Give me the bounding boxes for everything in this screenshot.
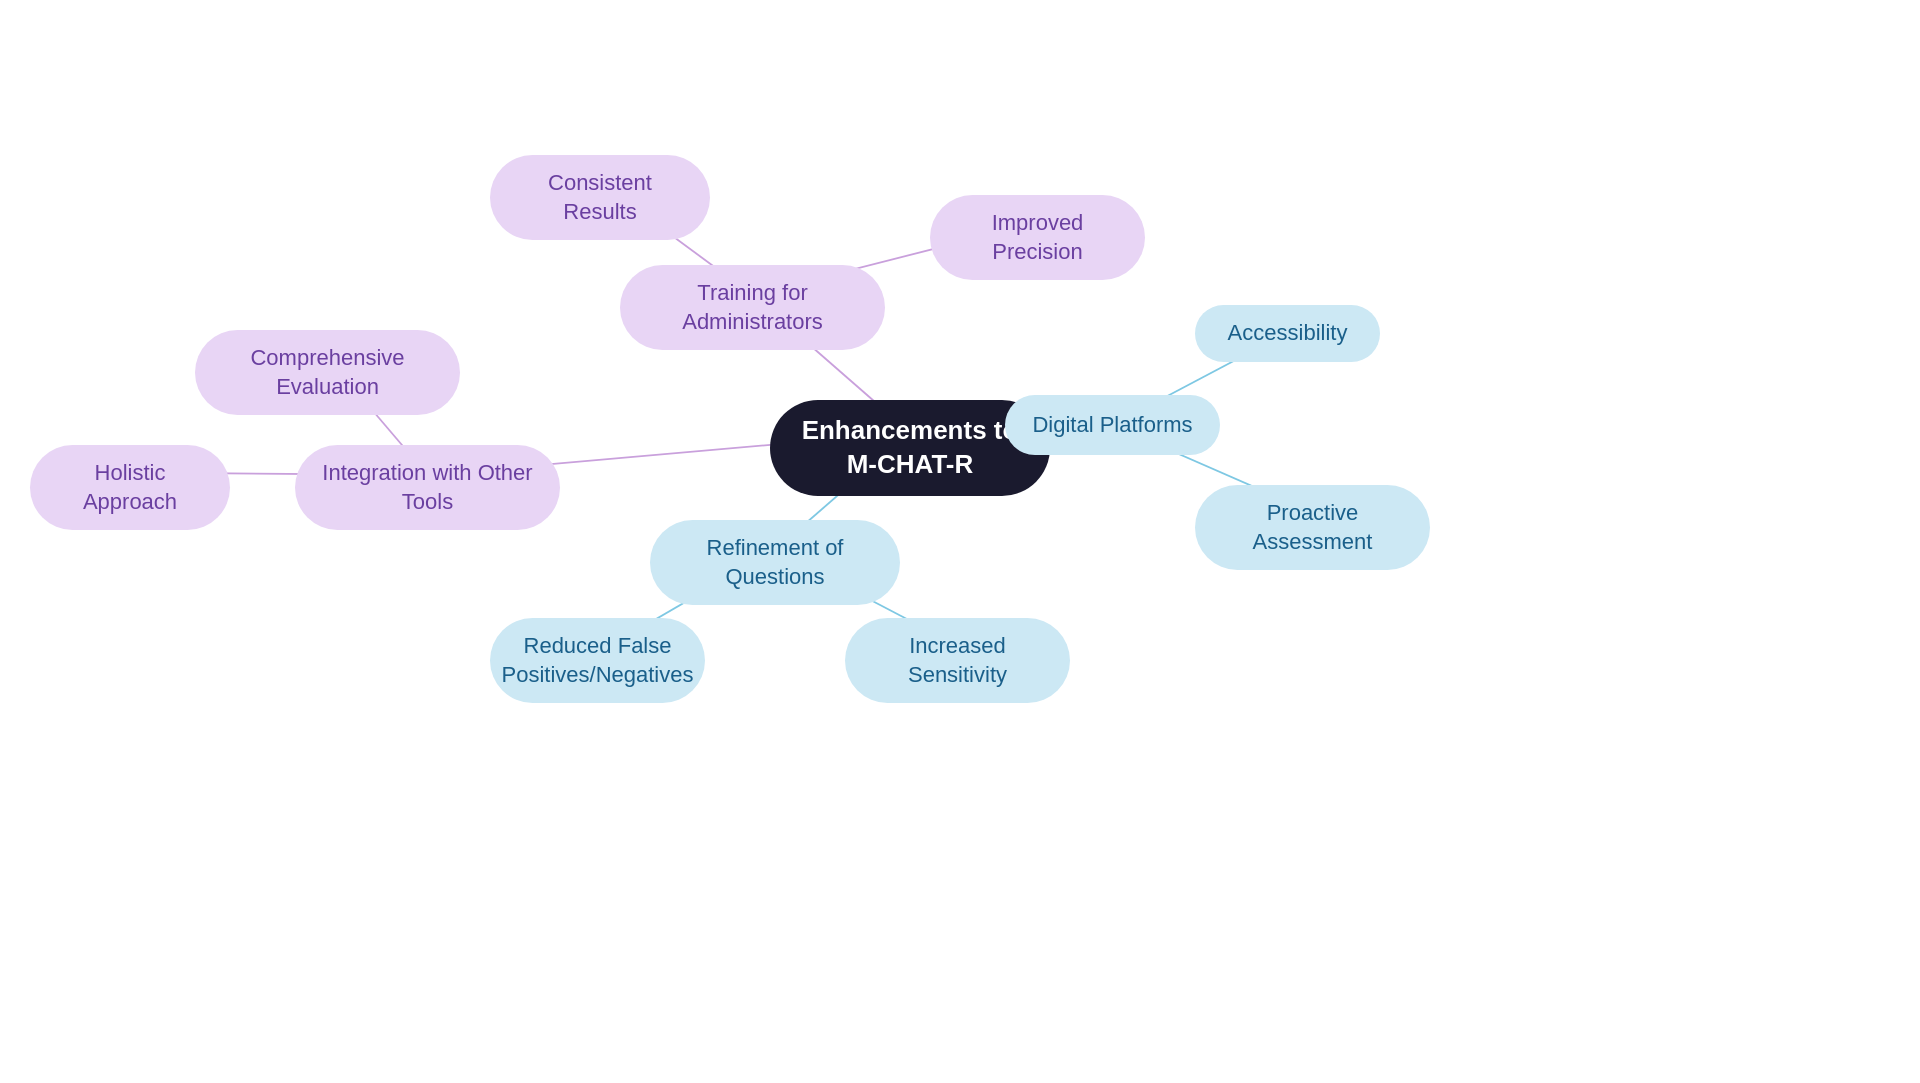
node-label-holistic: Holistic Approach xyxy=(56,459,204,516)
node-refinement: Refinement of Questions xyxy=(650,520,900,605)
node-label-accessibility: Accessibility xyxy=(1228,319,1348,348)
node-label-training: Training for Administrators xyxy=(646,279,859,336)
node-label-reduced: Reduced False Positives/Negatives xyxy=(502,632,694,689)
node-label-refinement: Refinement of Questions xyxy=(676,534,874,591)
node-label-center: Enhancements to M-CHAT-R xyxy=(796,414,1024,482)
node-reduced: Reduced False Positives/Negatives xyxy=(490,618,705,703)
node-improved: Improved Precision xyxy=(930,195,1145,280)
node-label-improved: Improved Precision xyxy=(956,209,1119,266)
node-training: Training for Administrators xyxy=(620,265,885,350)
node-label-consistent: Consistent Results xyxy=(516,169,684,226)
node-consistent: Consistent Results xyxy=(490,155,710,240)
node-holistic: Holistic Approach xyxy=(30,445,230,530)
node-accessibility: Accessibility xyxy=(1195,305,1380,362)
node-label-integration: Integration with Other Tools xyxy=(321,459,534,516)
node-label-proactive: Proactive Assessment xyxy=(1221,499,1404,556)
node-label-sensitivity: Increased Sensitivity xyxy=(871,632,1044,689)
node-label-digital: Digital Platforms xyxy=(1032,411,1192,440)
node-digital: Digital Platforms xyxy=(1005,395,1220,455)
node-integration: Integration with Other Tools xyxy=(295,445,560,530)
node-label-comprehensive: Comprehensive Evaluation xyxy=(221,344,434,401)
node-comprehensive: Comprehensive Evaluation xyxy=(195,330,460,415)
node-proactive: Proactive Assessment xyxy=(1195,485,1430,570)
node-sensitivity: Increased Sensitivity xyxy=(845,618,1070,703)
